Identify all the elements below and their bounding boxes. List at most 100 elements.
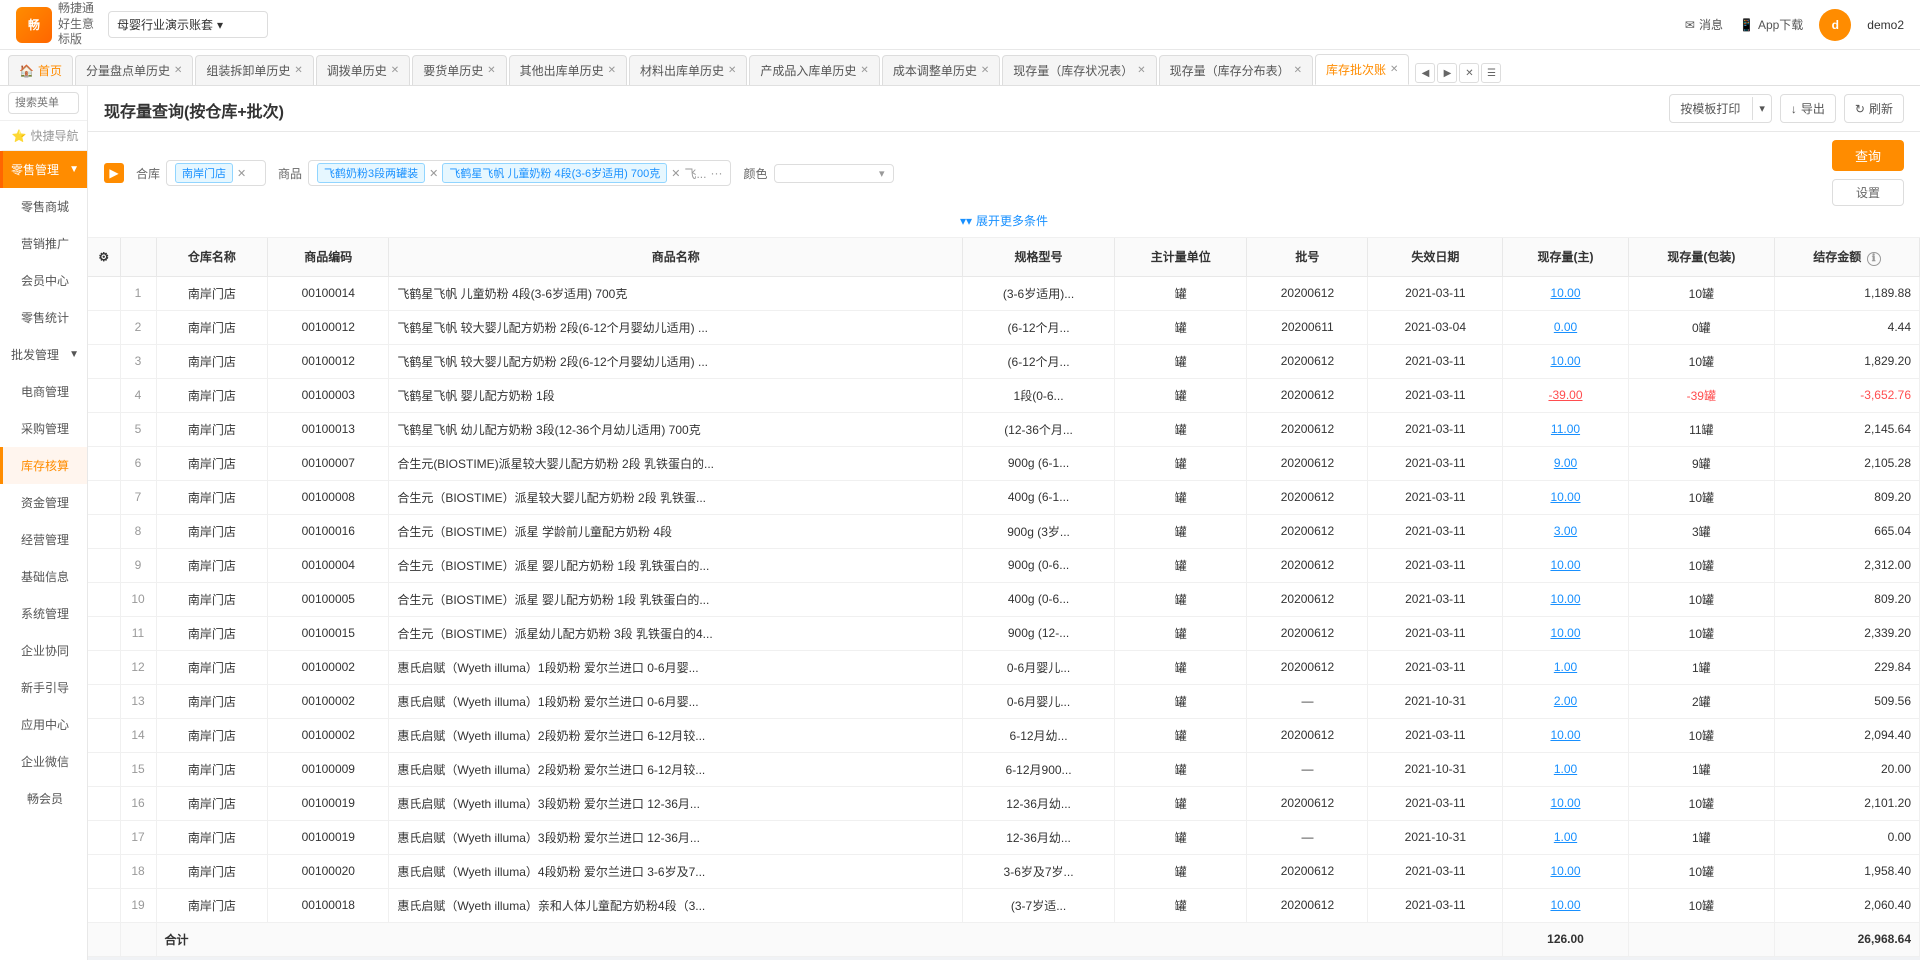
row-qty-main[interactable]: 3.00	[1503, 514, 1629, 548]
query-button[interactable]: 查询	[1832, 140, 1904, 171]
row-qty-main[interactable]: 10.00	[1503, 616, 1629, 650]
row-qty-main[interactable]: 10.00	[1503, 582, 1629, 616]
row-settings	[88, 854, 120, 888]
row-num: 6	[120, 446, 156, 480]
tab-close-icon[interactable]: ✕	[294, 65, 302, 76]
sidebar-item-wholesale[interactable]: 批发管理 ▼	[0, 336, 87, 373]
setting-button[interactable]: 设置	[1832, 179, 1904, 206]
sidebar-item-enterprise-wechat[interactable]: 企业微信	[0, 743, 87, 780]
tab-kucun-batch[interactable]: 库存批次账 ✕	[1315, 54, 1409, 85]
row-warehouse: 南岸门店	[156, 276, 268, 310]
color-tag-container[interactable]: ▾	[774, 164, 894, 183]
tab-close-icon[interactable]: ✕	[860, 65, 868, 76]
sidebar-item-retail-shop[interactable]: 零售商城	[0, 188, 87, 225]
search-input[interactable]	[8, 92, 79, 114]
row-batch: 20200612	[1247, 582, 1368, 616]
tab-cost-adj[interactable]: 成本调整单历史 ✕	[882, 55, 1000, 85]
row-qty-main[interactable]: 1.00	[1503, 752, 1629, 786]
tab-next-btn[interactable]: ▶	[1437, 63, 1457, 83]
sidebar-item-purchase[interactable]: 采购管理	[0, 410, 87, 447]
row-qty-main[interactable]: 10.00	[1503, 888, 1629, 922]
row-amount: 229.84	[1774, 650, 1919, 684]
sidebar-item-member[interactable]: 会员中心	[0, 262, 87, 299]
tab-close-icon[interactable]: ✕	[608, 65, 616, 76]
sidebar-item-enterprise[interactable]: 企业协同	[0, 632, 87, 669]
tab-prod-in[interactable]: 产成品入库单历史 ✕	[749, 55, 879, 85]
row-qty-main[interactable]: 1.00	[1503, 650, 1629, 684]
tab-other-out[interactable]: 其他出库单历史 ✕	[509, 55, 627, 85]
col-qty-pkg: 现存量(包装)	[1628, 238, 1774, 276]
row-code: 00100002	[268, 718, 389, 752]
tab-fen-pan[interactable]: 分量盘点单历史 ✕	[75, 55, 193, 85]
row-spec: 400g (0-6...	[963, 582, 1115, 616]
row-settings	[88, 888, 120, 922]
tab-tiao-bo[interactable]: 调拨单历史 ✕	[316, 55, 410, 85]
sidebar-item-retail-mgmt[interactable]: 零售管理 ▼	[0, 151, 87, 188]
row-qty-main[interactable]: 2.00	[1503, 684, 1629, 718]
row-num: 17	[120, 820, 156, 854]
expand-more-btn[interactable]: ▾▾ 展开更多条件	[104, 212, 1904, 229]
company-dropdown[interactable]: 母婴行业演示账套 ▾	[108, 11, 268, 38]
row-qty-main[interactable]: 10.00	[1503, 480, 1629, 514]
tab-yao-huo[interactable]: 要货单历史 ✕	[412, 55, 506, 85]
row-qty-main[interactable]: 10.00	[1503, 854, 1629, 888]
sidebar-item-member-card[interactable]: 畅会员	[0, 780, 87, 817]
row-qty-main[interactable]: -39.00	[1503, 378, 1629, 412]
table-row: 19 南岸门店 00100018 惠氏启赋（Wyeth illuma）亲和人体儿…	[88, 888, 1920, 922]
settings-col-header[interactable]: ⚙	[88, 238, 120, 276]
row-qty-main[interactable]: 9.00	[1503, 446, 1629, 480]
message-btn[interactable]: ✉ 消息	[1685, 16, 1723, 33]
row-qty-main[interactable]: 1.00	[1503, 820, 1629, 854]
row-qty-main[interactable]: 10.00	[1503, 276, 1629, 310]
warehouse-tag-close[interactable]: ✕	[237, 167, 246, 180]
sidebar-item-operation[interactable]: 经营管理	[0, 521, 87, 558]
sidebar-item-app-center[interactable]: 应用中心	[0, 706, 87, 743]
row-qty-main[interactable]: 10.00	[1503, 548, 1629, 582]
sidebar-item-basics[interactable]: 基础信息	[0, 558, 87, 595]
app-download-btn[interactable]: 📱 App下载	[1739, 16, 1803, 33]
tab-close-all-btn[interactable]: ✕	[1459, 63, 1479, 83]
row-qty-main[interactable]: 10.00	[1503, 344, 1629, 378]
template-print-btn[interactable]: 按模板打印 ▾	[1669, 94, 1772, 123]
amount-info-icon[interactable]: ℹ	[1867, 252, 1881, 266]
sidebar-item-guide[interactable]: 新手引导	[0, 669, 87, 706]
tab-close-icon[interactable]: ✕	[487, 65, 495, 76]
export-btn[interactable]: ↓ 导出	[1780, 94, 1836, 123]
table-row: 8 南岸门店 00100016 合生元（BIOSTIME）派星 学龄前儿童配方奶…	[88, 514, 1920, 548]
tab-close-icon[interactable]: ✕	[1294, 65, 1302, 76]
warehouse-tag-container[interactable]: 南岸门店 ✕	[166, 160, 266, 186]
sidebar-item-inventory[interactable]: 库存核算	[0, 447, 87, 484]
user-avatar[interactable]: d	[1819, 9, 1851, 41]
tab-home[interactable]: 🏠 首页	[8, 55, 73, 85]
tab-close-icon[interactable]: ✕	[1390, 64, 1398, 75]
filter-expand-arrow[interactable]: ▶	[104, 163, 124, 183]
tab-prev-btn[interactable]: ◀	[1415, 63, 1435, 83]
sidebar-item-finance[interactable]: 资金管理	[0, 484, 87, 521]
tab-close-icon[interactable]: ✕	[1137, 65, 1145, 76]
row-unit: 罐	[1115, 786, 1247, 820]
tab-close-icon[interactable]: ✕	[981, 65, 989, 76]
col-code: 商品编码	[268, 238, 389, 276]
row-batch: 20200612	[1247, 888, 1368, 922]
tab-kucun-status[interactable]: 现存量（库存状况表） ✕	[1002, 55, 1156, 85]
tab-close-icon[interactable]: ✕	[174, 65, 182, 76]
sidebar-item-ecommerce[interactable]: 电商管理	[0, 373, 87, 410]
tab-mat-out[interactable]: 材料出库单历史 ✕	[629, 55, 747, 85]
row-qty-main[interactable]: 11.00	[1503, 412, 1629, 446]
refresh-btn[interactable]: ↻ 刷新	[1844, 94, 1904, 123]
row-unit: 罐	[1115, 446, 1247, 480]
tab-menu-btn[interactable]: ☰	[1481, 63, 1501, 83]
user-name[interactable]: demo2	[1867, 18, 1904, 32]
row-qty-main[interactable]: 10.00	[1503, 786, 1629, 820]
tab-kucun-dist[interactable]: 现存量（库存分布表） ✕	[1159, 55, 1313, 85]
row-qty-main[interactable]: 0.00	[1503, 310, 1629, 344]
total-amount: 26,968.64	[1774, 922, 1919, 956]
product-tag-container[interactable]: 飞鹤奶粉3段两罐装 ✕ 飞鹤星飞帆 儿童奶粉 4段(3-6岁适用) 700克 ✕…	[308, 160, 731, 186]
sidebar-item-marketing[interactable]: 营销推广	[0, 225, 87, 262]
row-qty-main[interactable]: 10.00	[1503, 718, 1629, 752]
tab-zu-zhai[interactable]: 组装拆卸单历史 ✕	[195, 55, 313, 85]
tab-close-icon[interactable]: ✕	[728, 65, 736, 76]
sidebar-item-system[interactable]: 系统管理	[0, 595, 87, 632]
sidebar-item-retail-stats[interactable]: 零售统计	[0, 299, 87, 336]
tab-close-icon[interactable]: ✕	[391, 65, 399, 76]
